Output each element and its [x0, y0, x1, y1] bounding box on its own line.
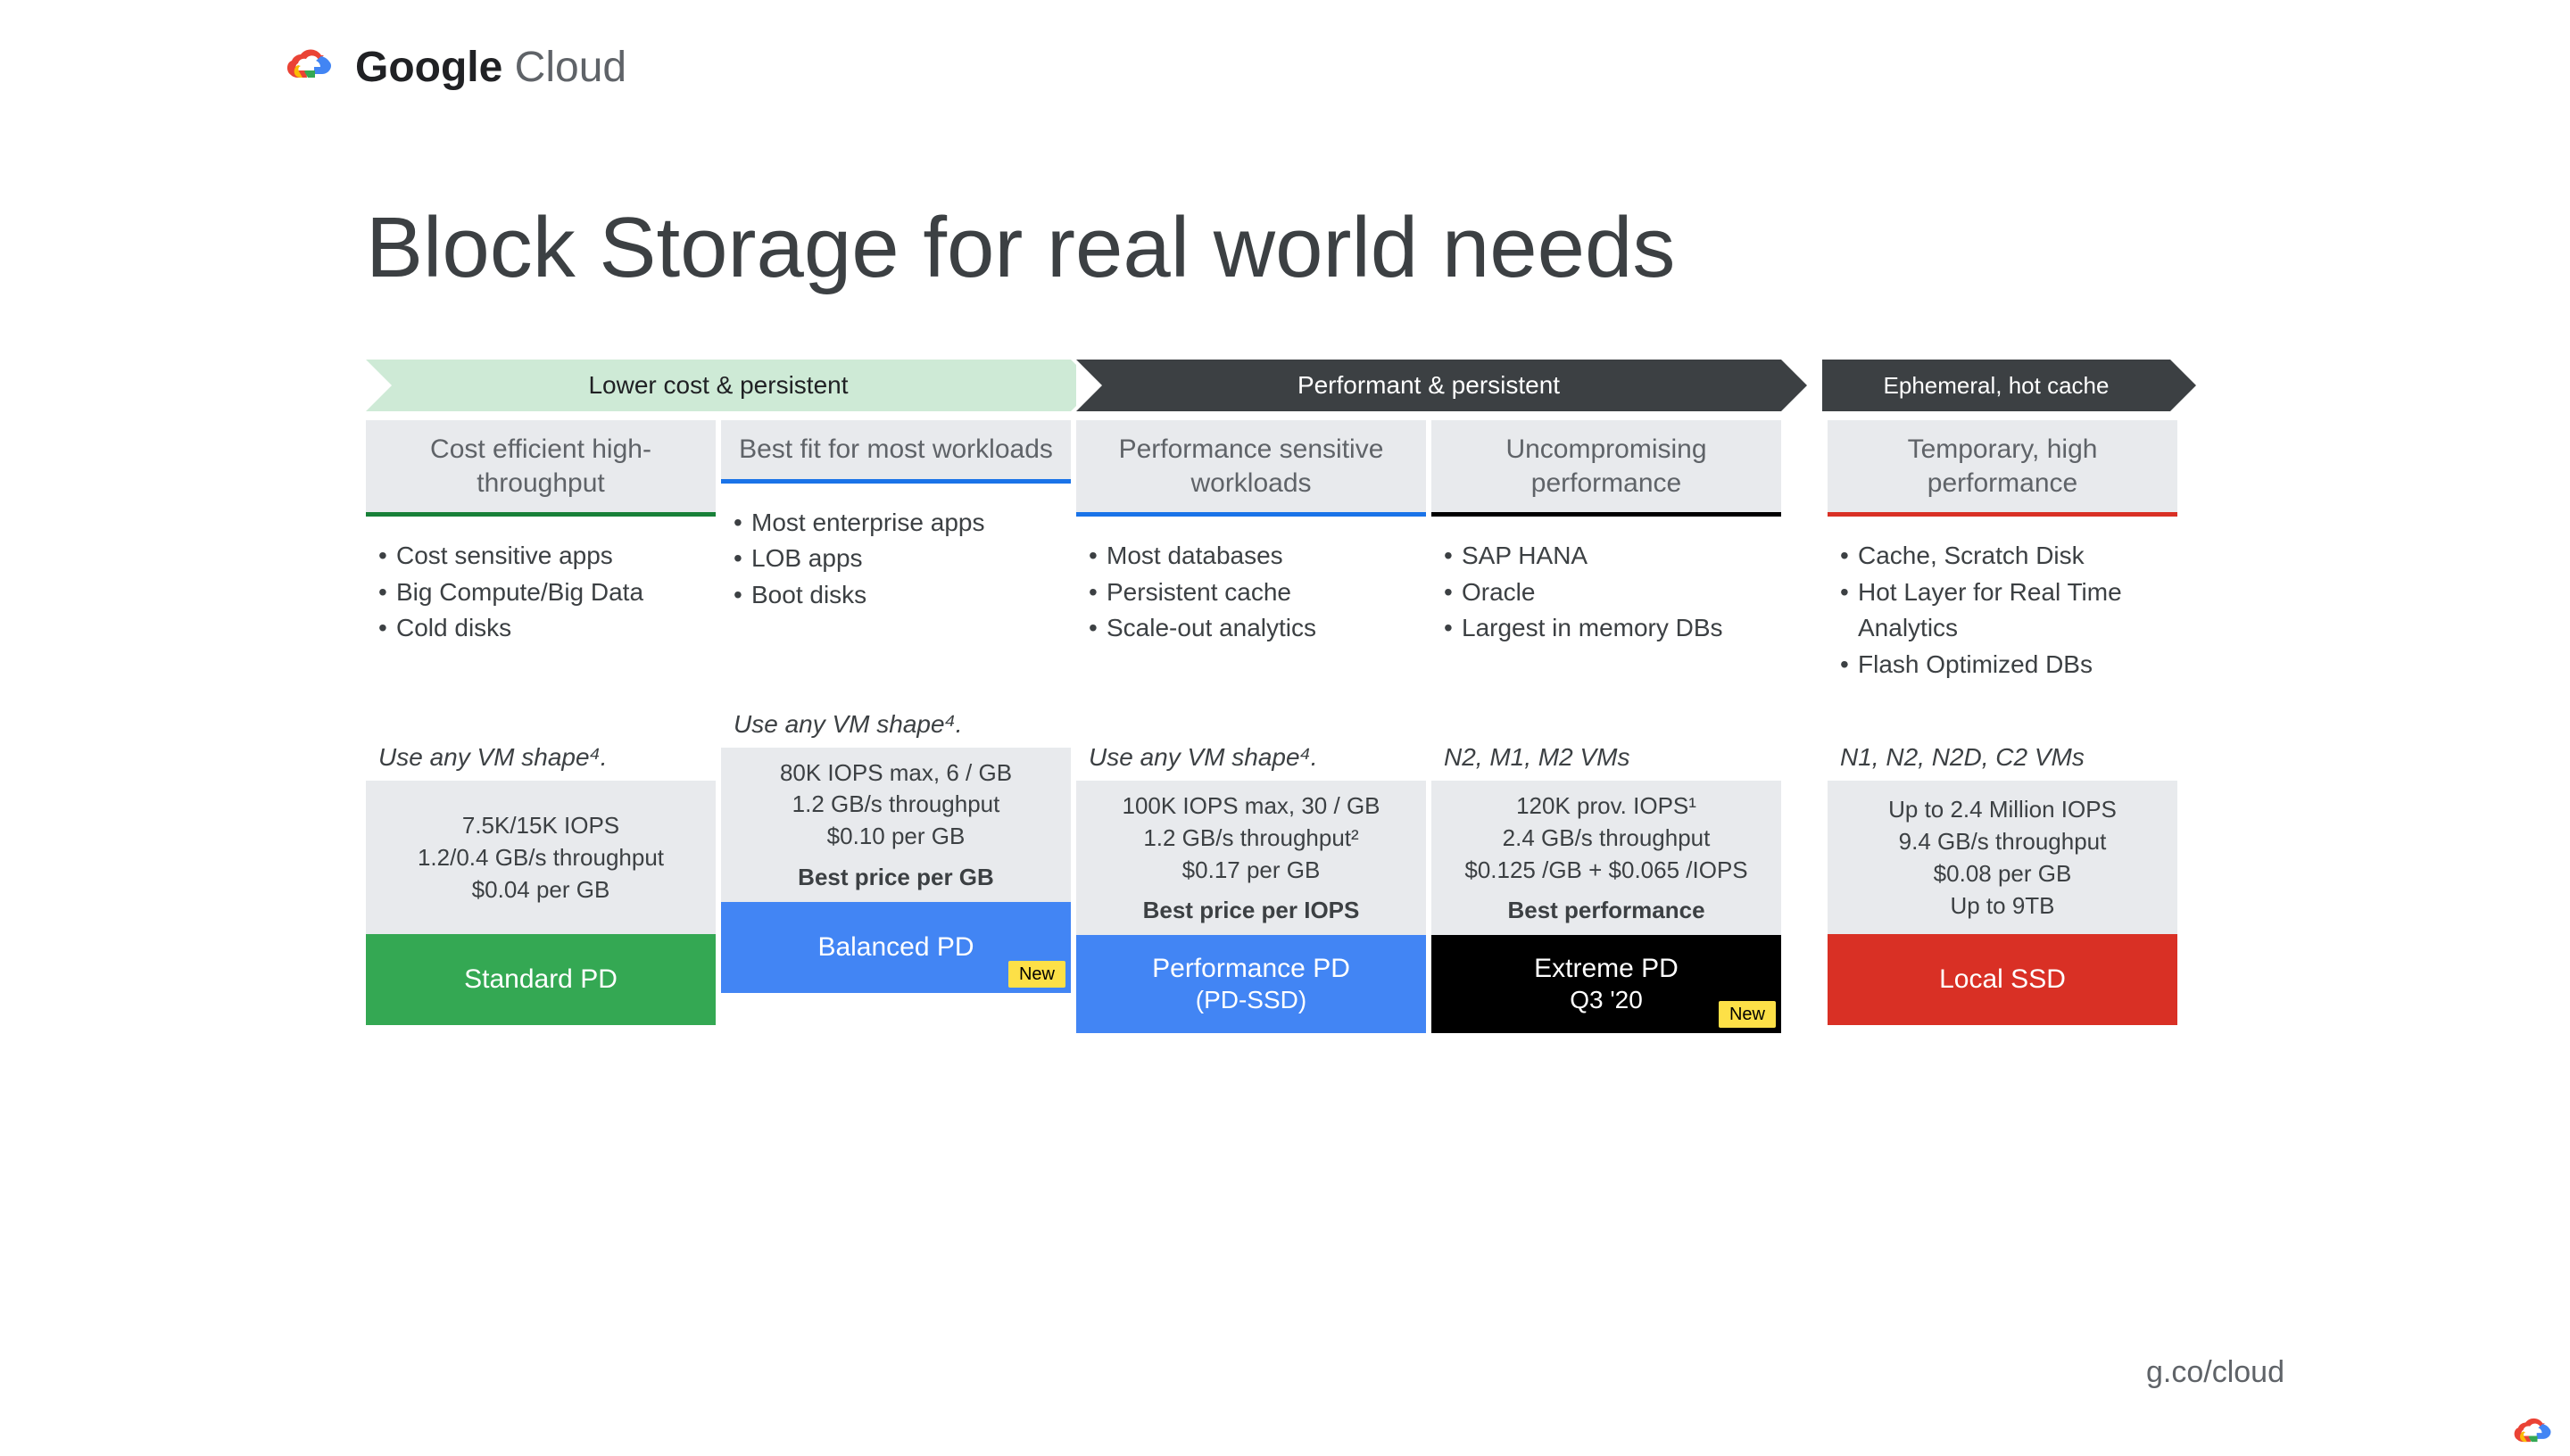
new-badge: New [1008, 961, 1065, 988]
col-performance-pd: Performance sensitive workloads Most dat… [1076, 420, 1426, 1033]
col-footer: Balanced PD New [721, 902, 1071, 993]
use-case: Flash Optimized DBs [1840, 647, 2174, 683]
col-subhead: Best fit for most workloads [721, 420, 1071, 484]
use-case: Persistent cache [1089, 575, 1422, 611]
use-case: Oracle [1444, 575, 1778, 611]
arrow-ephemeral: Ephemeral, hot cache [1822, 360, 2170, 411]
use-case: LOB apps [734, 541, 1067, 577]
use-case: Largest in memory DBs [1444, 610, 1778, 647]
col-footer: Performance PD (PD-SSD) [1076, 935, 1426, 1033]
col-use-cases: Cost sensitive apps Big Compute/Big Data… [366, 517, 716, 743]
col-vm-note: Use any VM shape⁴. [721, 710, 1071, 748]
col-vm-note: N1, N2, N2D, C2 VMs [1828, 743, 2177, 781]
col-local-ssd: Temporary, high performance Cache, Scrat… [1828, 420, 2177, 1033]
col-extreme-pd: Uncompromising performance SAP HANA Orac… [1431, 420, 1781, 1033]
page-title: Block Storage for real world needs [366, 199, 2284, 297]
col-specs: 100K IOPS max, 30 / GB 1.2 GB/s throughp… [1076, 781, 1426, 935]
use-case: Most enterprise apps [734, 505, 1067, 542]
col-vm-note: Use any VM shape⁴. [366, 743, 716, 781]
new-badge: New [1719, 1001, 1776, 1028]
col-specs: 120K prov. IOPS¹ 2.4 GB/s throughput $0.… [1431, 781, 1781, 935]
col-subhead: Performance sensitive workloads [1076, 420, 1426, 517]
col-footer: Local SSD [1828, 934, 2177, 1025]
use-case: Most databases [1089, 538, 1422, 575]
comparison-grid: Cost efficient high-throughput Cost sens… [366, 420, 2284, 1033]
col-footer: Extreme PD Q3 '20 New [1431, 935, 1781, 1033]
col-subhead: Cost efficient high-throughput [366, 420, 716, 517]
arrow-performant: Performant & persistent [1076, 360, 1781, 411]
brand-text: Google Cloud [355, 43, 626, 92]
col-use-cases: SAP HANA Oracle Largest in memory DBs [1431, 517, 1781, 743]
google-cloud-corner-icon [2513, 1416, 2558, 1456]
use-case: Boot disks [734, 577, 1067, 614]
use-case: Scale-out analytics [1089, 610, 1422, 647]
use-case: Cost sensitive apps [378, 538, 712, 575]
col-vm-note: N2, M1, M2 VMs [1431, 743, 1781, 781]
col-use-cases: Most enterprise apps LOB apps Boot disks [721, 484, 1071, 710]
col-use-cases: Cache, Scratch Disk Hot Layer for Real T… [1828, 517, 2177, 743]
use-case: Hot Layer for Real Time Analytics [1840, 575, 2174, 647]
brand-header: Google Cloud [286, 43, 2284, 92]
use-case: Big Compute/Big Data [378, 575, 712, 611]
category-arrows: Lower cost & persistent Performant & per… [366, 360, 2284, 411]
use-case: Cold disks [378, 610, 712, 647]
use-case: SAP HANA [1444, 538, 1778, 575]
col-balanced-pd: Best fit for most workloads Most enterpr… [721, 420, 1071, 1033]
col-subhead: Uncompromising performance [1431, 420, 1781, 517]
col-use-cases: Most databases Persistent cache Scale-ou… [1076, 517, 1426, 743]
col-specs: Up to 2.4 Million IOPS 9.4 GB/s throughp… [1828, 781, 2177, 934]
footer-link: g.co/cloud [2146, 1355, 2284, 1390]
col-vm-note: Use any VM shape⁴. [1076, 743, 1426, 781]
col-subhead: Temporary, high performance [1828, 420, 2177, 517]
col-specs: 80K IOPS max, 6 / GB 1.2 GB/s throughput… [721, 748, 1071, 902]
google-cloud-icon [286, 46, 339, 89]
col-standard-pd: Cost efficient high-throughput Cost sens… [366, 420, 716, 1033]
col-footer: Standard PD [366, 934, 716, 1025]
col-specs: 7.5K/15K IOPS 1.2/0.4 GB/s throughput $0… [366, 781, 716, 934]
arrow-lower-cost: Lower cost & persistent [366, 360, 1071, 411]
use-case: Cache, Scratch Disk [1840, 538, 2174, 575]
